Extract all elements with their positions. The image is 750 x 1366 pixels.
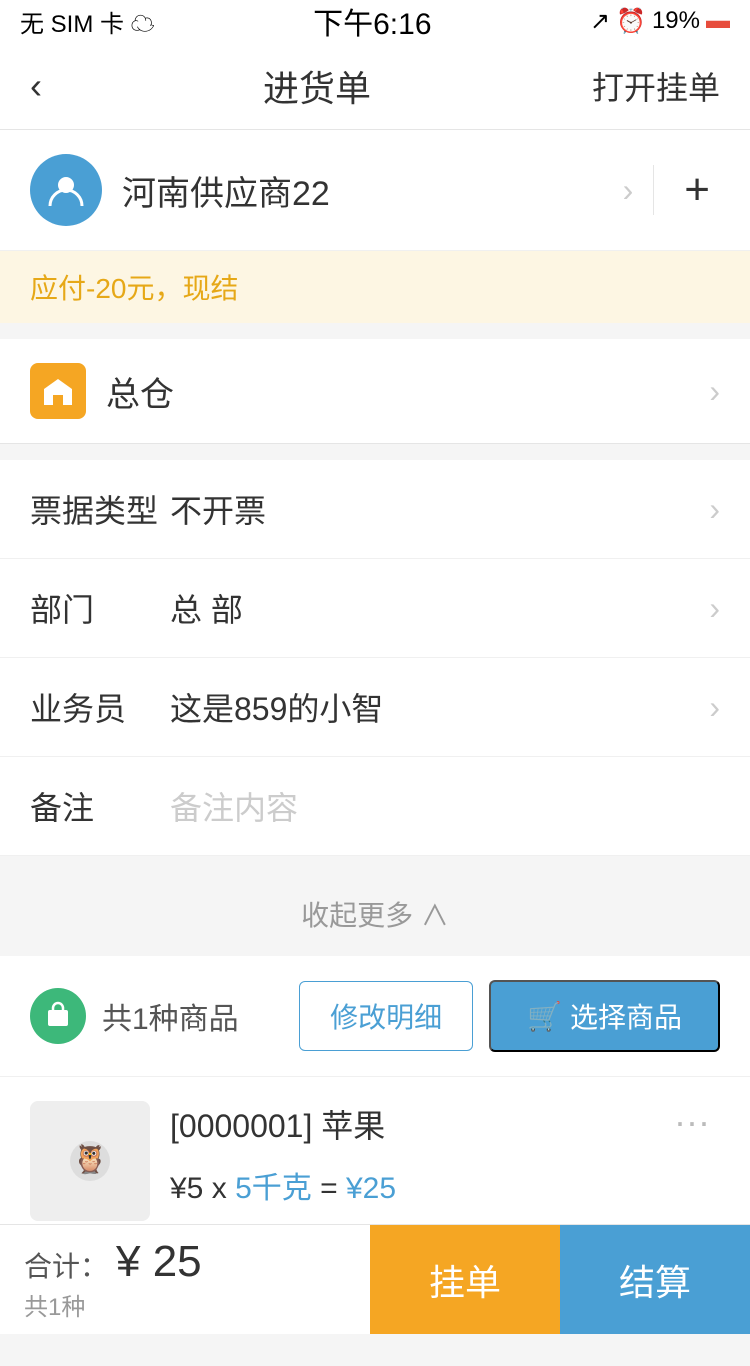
product-code: [0000001] bbox=[170, 1108, 312, 1144]
form-card: 票据类型 不开票 › 部门 总 部 › 业务员 这是859的小智 › 备注 备注… bbox=[0, 460, 750, 856]
total-count: 共1种 bbox=[24, 1287, 346, 1322]
total-value: ¥ 25 bbox=[116, 1237, 202, 1287]
products-header: 共1种商品 修改明细 🛒 选择商品 bbox=[0, 956, 750, 1077]
checkout-button[interactable]: 结算 bbox=[560, 1225, 750, 1334]
main-content: 河南供应商22 › + 应付-20元，现结 总仓 › 票据类型 不开票 › bbox=[0, 130, 750, 1366]
location-icon: ↗ bbox=[590, 7, 610, 36]
department-chevron-icon: › bbox=[709, 590, 720, 627]
sim-status: 无 SIM 卡 ☁ bbox=[20, 4, 155, 39]
open-pending-button[interactable]: 打开挂单 bbox=[592, 63, 720, 109]
remark-input[interactable]: 备注内容 bbox=[170, 783, 720, 829]
total-label: 合计： bbox=[24, 1245, 108, 1285]
product-title: 苹果 bbox=[321, 1108, 385, 1144]
hang-button[interactable]: 挂单 bbox=[370, 1225, 560, 1334]
product-more-button[interactable]: ··· bbox=[664, 1101, 720, 1143]
supplier-divider bbox=[653, 165, 654, 215]
products-icon bbox=[30, 988, 86, 1044]
battery-icon: ▬ bbox=[706, 7, 730, 35]
supplier-avatar bbox=[30, 154, 102, 226]
warehouse-icon bbox=[30, 363, 86, 419]
invoice-type-label: 票据类型 bbox=[30, 486, 170, 532]
add-supplier-button[interactable]: + bbox=[674, 165, 720, 215]
salesperson-chevron-icon: › bbox=[709, 689, 720, 726]
department-label: 部门 bbox=[30, 585, 170, 631]
nav-bar: ‹ 进货单 打开挂单 bbox=[0, 42, 750, 130]
back-button[interactable]: ‹ bbox=[30, 65, 42, 107]
edit-detail-button[interactable]: 修改明细 bbox=[299, 981, 473, 1051]
collapse-bar[interactable]: 收起更多 ∧ bbox=[0, 872, 750, 956]
warehouse-name: 总仓 bbox=[106, 367, 709, 416]
invoice-chevron-icon: › bbox=[709, 491, 720, 528]
products-section: 共1种商品 修改明细 🛒 选择商品 🦉 [0000001] 苹果 bbox=[0, 956, 750, 1246]
multiply-symbol: x bbox=[212, 1172, 235, 1205]
unit-price: ¥5 bbox=[170, 1172, 203, 1205]
invoice-type-row[interactable]: 票据类型 不开票 › bbox=[0, 460, 750, 559]
warehouse-row[interactable]: 总仓 › bbox=[0, 339, 750, 444]
alarm-icon: ⏰ bbox=[616, 7, 646, 36]
remark-label: 备注 bbox=[30, 783, 170, 829]
salesperson-value: 这是859的小智 bbox=[170, 684, 709, 730]
page-title: 进货单 bbox=[263, 60, 371, 112]
product-quantity: 5千克 bbox=[235, 1172, 312, 1205]
supplier-chevron-icon: › bbox=[623, 172, 634, 209]
remark-row[interactable]: 备注 备注内容 bbox=[0, 757, 750, 856]
bottom-bar: 合计： ¥ 25 共1种 挂单 结算 bbox=[0, 1224, 750, 1334]
status-left: 无 SIM 卡 ☁ bbox=[20, 4, 155, 39]
salesperson-label: 业务员 bbox=[30, 684, 170, 730]
total-section: 合计： ¥ 25 共1种 bbox=[0, 1225, 370, 1334]
product-info: [0000001] 苹果 ¥5 x 5千克 = ¥25 bbox=[170, 1101, 664, 1207]
salesperson-row[interactable]: 业务员 这是859的小智 › bbox=[0, 658, 750, 757]
status-time: 下午6:16 bbox=[313, 0, 431, 43]
total-amount-line: 合计： ¥ 25 bbox=[24, 1237, 346, 1287]
invoice-type-value: 不开票 bbox=[170, 486, 709, 532]
warehouse-chevron-icon: › bbox=[709, 373, 720, 410]
supplier-row[interactable]: 河南供应商22 › + bbox=[0, 130, 750, 251]
select-product-button[interactable]: 🛒 选择商品 bbox=[489, 980, 720, 1052]
department-value: 总 部 bbox=[170, 585, 709, 631]
product-thumbnail: 🦉 bbox=[30, 1101, 150, 1221]
department-row[interactable]: 部门 总 部 › bbox=[0, 559, 750, 658]
battery-level: 19% bbox=[652, 7, 700, 35]
product-name: [0000001] 苹果 bbox=[170, 1101, 664, 1147]
supplier-card: 河南供应商22 › + 应付-20元，现结 bbox=[0, 130, 750, 323]
status-bar: 无 SIM 卡 ☁ 下午6:16 ↗ ⏰ 19% ▬ bbox=[0, 0, 750, 42]
supplier-name: 河南供应商22 bbox=[122, 166, 623, 215]
product-total: ¥25 bbox=[346, 1172, 396, 1205]
cart-icon: 🛒 bbox=[527, 1000, 562, 1033]
product-price: ¥5 x 5千克 = ¥25 bbox=[170, 1163, 664, 1207]
products-count: 共1种商品 bbox=[102, 994, 283, 1038]
warehouse-card: 总仓 › bbox=[0, 339, 750, 444]
status-right: ↗ ⏰ 19% ▬ bbox=[590, 7, 730, 36]
equals-symbol: = bbox=[320, 1172, 346, 1205]
supplier-notice: 应付-20元，现结 bbox=[0, 251, 750, 323]
product-item: 🦉 [0000001] 苹果 ¥5 x 5千克 = ¥25 ··· bbox=[0, 1077, 750, 1246]
svg-text:🦉: 🦉 bbox=[73, 1143, 108, 1175]
